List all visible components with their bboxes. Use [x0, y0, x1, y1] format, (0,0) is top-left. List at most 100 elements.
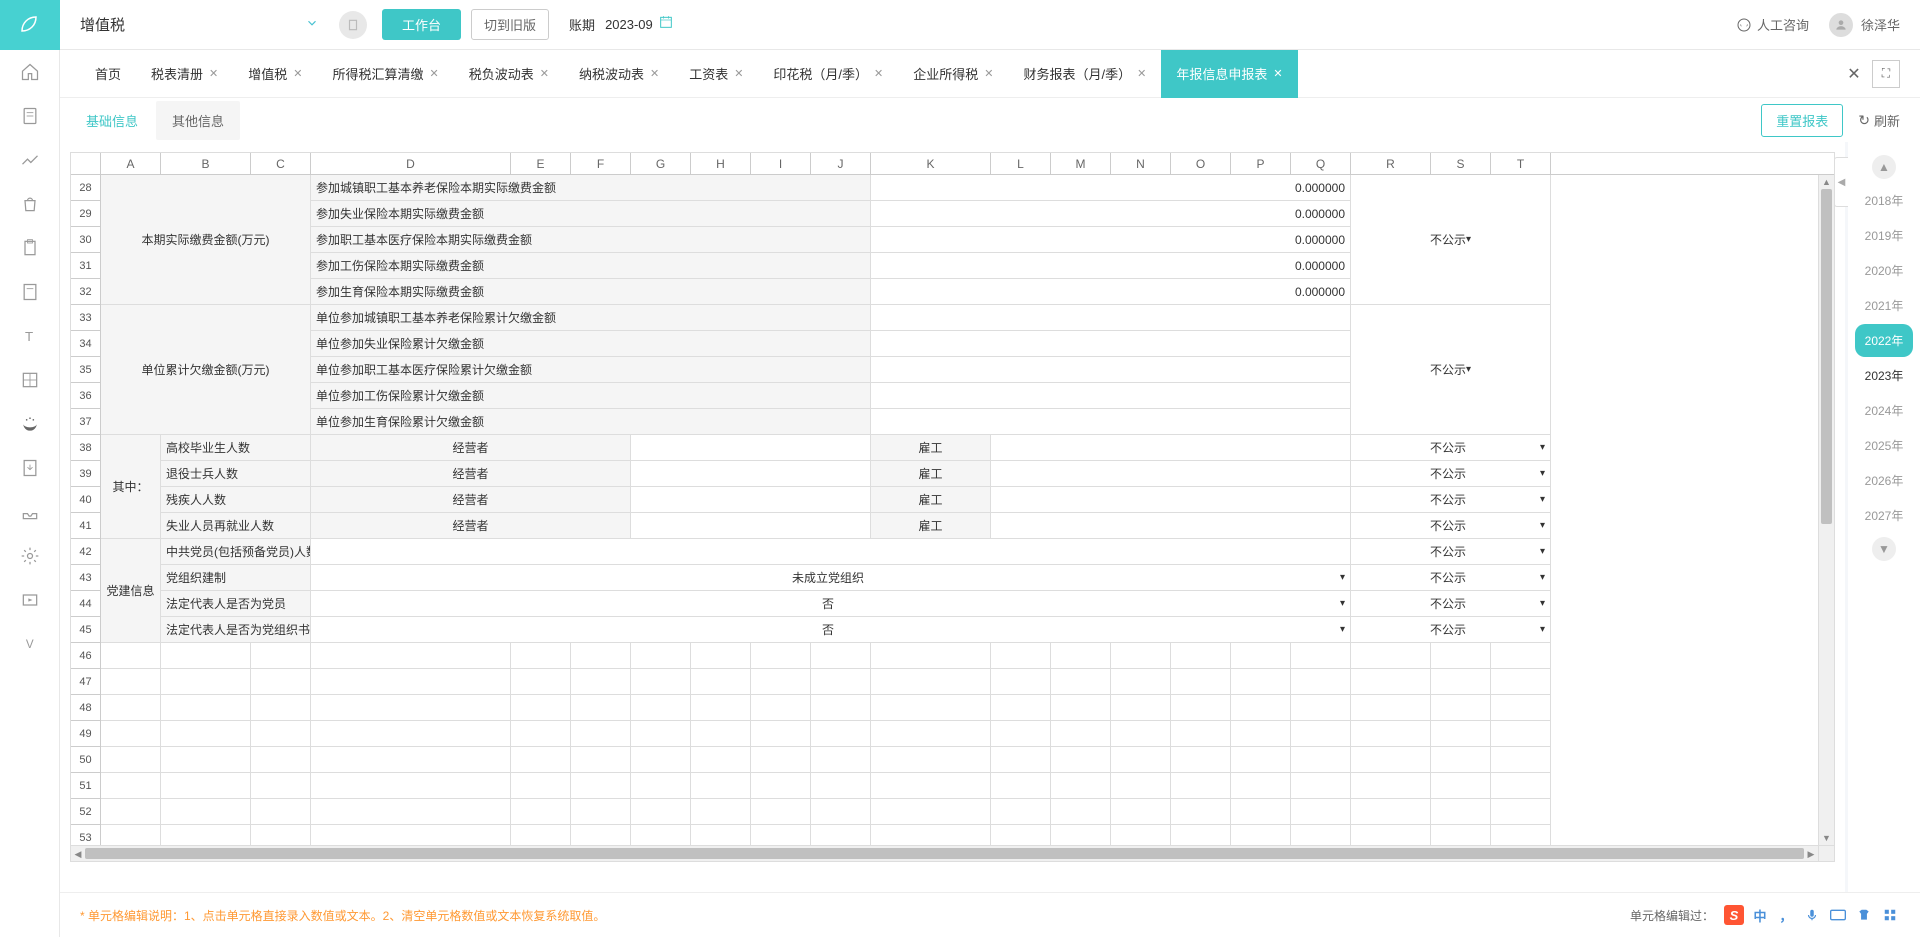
- cell[interactable]: [1171, 643, 1231, 669]
- year-item[interactable]: 2021年: [1855, 289, 1914, 322]
- cell[interactable]: [571, 643, 631, 669]
- nav-export-icon[interactable]: [0, 446, 60, 490]
- cell[interactable]: [631, 487, 871, 513]
- cell[interactable]: [751, 825, 811, 845]
- cell[interactable]: [251, 825, 311, 845]
- cell[interactable]: [161, 721, 251, 747]
- ime-keyboard-icon[interactable]: [1828, 905, 1848, 925]
- cell[interactable]: 不公示: [1351, 565, 1551, 591]
- col-header[interactable]: N: [1111, 153, 1171, 174]
- cell[interactable]: [1231, 747, 1291, 773]
- cell[interactable]: 雇工: [871, 487, 991, 513]
- cell[interactable]: [871, 721, 991, 747]
- dropdown-cell[interactable]: 不公示: [1351, 175, 1551, 305]
- row-header[interactable]: 33: [71, 305, 101, 331]
- cell[interactable]: 单位参加工伤保险累计欠缴金额: [311, 383, 871, 409]
- cell[interactable]: [1171, 747, 1231, 773]
- cell[interactable]: 参加生育保险本期实际缴费金额: [311, 279, 871, 305]
- subtab-basic[interactable]: 基础信息: [70, 101, 154, 140]
- cell[interactable]: [1171, 799, 1231, 825]
- cell[interactable]: [991, 825, 1051, 845]
- cell[interactable]: [1231, 721, 1291, 747]
- nav-video-icon[interactable]: [0, 578, 60, 622]
- cell[interactable]: [1431, 773, 1491, 799]
- cell[interactable]: 不公示: [1351, 617, 1551, 643]
- nav-calc-icon[interactable]: [0, 270, 60, 314]
- cell[interactable]: [1491, 747, 1551, 773]
- row-header[interactable]: 39: [71, 461, 101, 487]
- cell[interactable]: [871, 695, 991, 721]
- row-header[interactable]: 43: [71, 565, 101, 591]
- cell[interactable]: 经营者: [311, 513, 631, 539]
- horizontal-scrollbar[interactable]: ◀ ▶: [71, 845, 1818, 861]
- ime-cn-icon[interactable]: 中: [1750, 905, 1770, 925]
- cell[interactable]: [1291, 695, 1351, 721]
- cell[interactable]: [311, 825, 511, 845]
- cell[interactable]: [1491, 721, 1551, 747]
- col-header[interactable]: E: [511, 153, 571, 174]
- cell[interactable]: [871, 409, 1351, 435]
- col-header[interactable]: R: [1351, 153, 1431, 174]
- cell[interactable]: [251, 695, 311, 721]
- cell[interactable]: [311, 643, 511, 669]
- cell[interactable]: [571, 799, 631, 825]
- tab-close-icon[interactable]: ✕: [734, 67, 743, 80]
- cell[interactable]: [631, 435, 871, 461]
- nav-chart-icon[interactable]: [0, 138, 60, 182]
- tab-close-icon[interactable]: ✕: [1137, 67, 1146, 80]
- col-header[interactable]: M: [1051, 153, 1111, 174]
- subtab-other[interactable]: 其他信息: [156, 101, 240, 140]
- title-dropdown-icon[interactable]: [305, 16, 319, 33]
- cell[interactable]: [161, 773, 251, 799]
- cell[interactable]: [631, 513, 871, 539]
- tab-item[interactable]: 年报信息申报表✕: [1161, 50, 1297, 98]
- cell[interactable]: 单位参加城镇职工基本养老保险累计欠缴金额: [311, 305, 871, 331]
- cell[interactable]: [251, 669, 311, 695]
- tab-item[interactable]: 纳税波动表✕: [564, 50, 674, 98]
- row-header[interactable]: 45: [71, 617, 101, 643]
- cell[interactable]: [871, 331, 1351, 357]
- row-header[interactable]: 40: [71, 487, 101, 513]
- tab-close-icon[interactable]: ✕: [1273, 67, 1282, 80]
- tab-close-icon[interactable]: ✕: [540, 67, 549, 80]
- cell[interactable]: [871, 669, 991, 695]
- cell[interactable]: [571, 721, 631, 747]
- col-header[interactable]: J: [811, 153, 871, 174]
- old-version-button[interactable]: 切到旧版: [471, 9, 549, 40]
- cell[interactable]: [571, 747, 631, 773]
- cell[interactable]: 0.000000: [871, 227, 1351, 253]
- cell[interactable]: [991, 799, 1051, 825]
- cell[interactable]: [811, 825, 871, 845]
- cell[interactable]: [1351, 643, 1431, 669]
- cell[interactable]: [101, 825, 161, 845]
- cell[interactable]: 参加失业保险本期实际缴费金额: [311, 201, 871, 227]
- tab-item[interactable]: 首页: [80, 50, 136, 98]
- cell[interactable]: [691, 825, 751, 845]
- cell[interactable]: 否: [311, 591, 1351, 617]
- cell[interactable]: [511, 799, 571, 825]
- row-header[interactable]: 42: [71, 539, 101, 565]
- cell[interactable]: [631, 669, 691, 695]
- cell[interactable]: [161, 669, 251, 695]
- cell[interactable]: [751, 773, 811, 799]
- cell[interactable]: [1351, 773, 1431, 799]
- cell[interactable]: 不公示: [1351, 539, 1551, 565]
- cell[interactable]: 退役士兵人数: [161, 461, 311, 487]
- cell[interactable]: [311, 773, 511, 799]
- cell[interactable]: [991, 513, 1351, 539]
- row-header[interactable]: 53: [71, 825, 101, 845]
- merged-cell[interactable]: 本期实际缴费金额(万元): [101, 175, 311, 305]
- cell[interactable]: [751, 643, 811, 669]
- row-header[interactable]: 51: [71, 773, 101, 799]
- col-header[interactable]: D: [311, 153, 511, 174]
- cell[interactable]: [1111, 695, 1171, 721]
- cell[interactable]: [1171, 669, 1231, 695]
- cell[interactable]: [311, 539, 1351, 565]
- cell[interactable]: [1111, 825, 1171, 845]
- cell[interactable]: 雇工: [871, 435, 991, 461]
- cell[interactable]: [1051, 643, 1111, 669]
- cell[interactable]: [311, 799, 511, 825]
- cell[interactable]: 未成立党组织: [311, 565, 1351, 591]
- col-header[interactable]: O: [1171, 153, 1231, 174]
- nav-inbox-icon[interactable]: [0, 490, 60, 534]
